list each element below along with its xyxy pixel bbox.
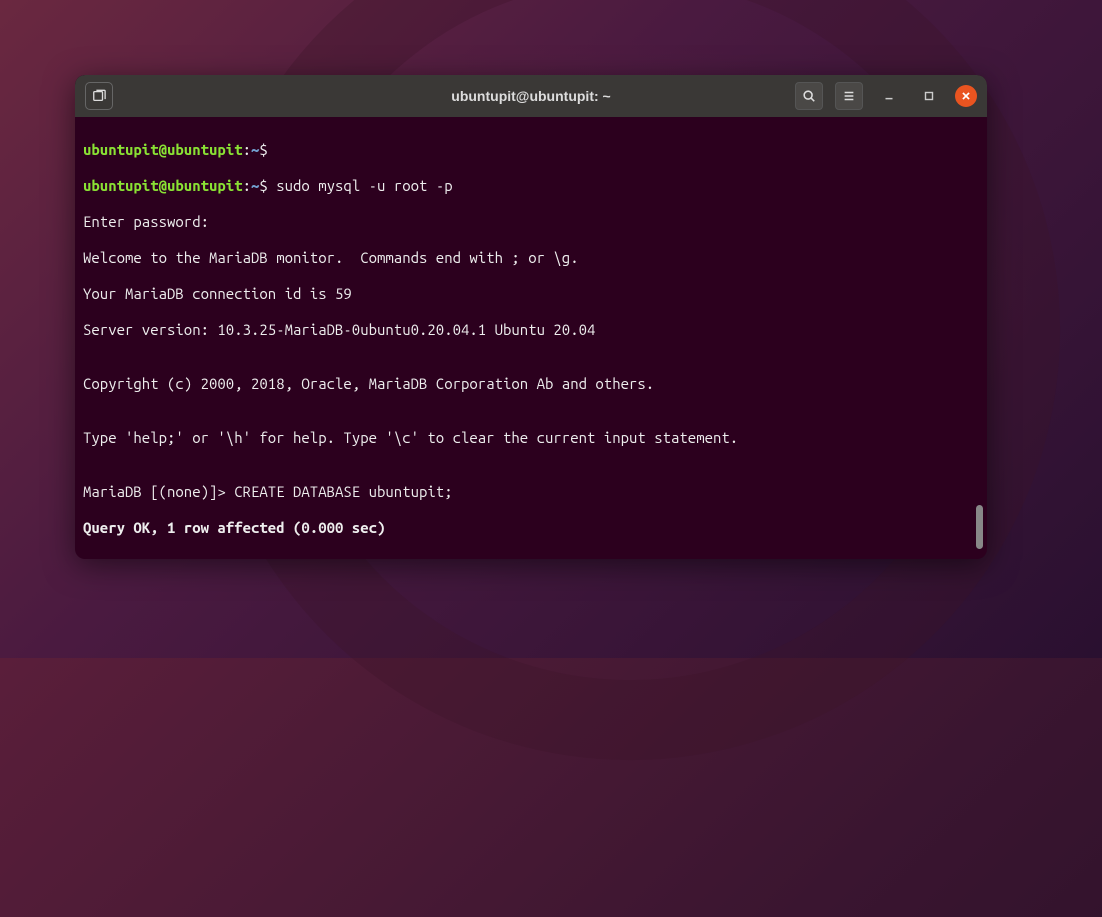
output-line: Enter password: [83, 213, 979, 231]
search-button[interactable] [795, 82, 823, 110]
output-line: MariaDB [(none)]> CREATE DATABASE ubuntu… [83, 483, 979, 501]
output-line: Your MariaDB connection id is 59 [83, 285, 979, 303]
titlebar[interactable]: ubuntupit@ubuntupit: ~ [75, 75, 987, 117]
output-line: Server version: 10.3.25-MariaDB-0ubuntu0… [83, 321, 979, 339]
terminal-window: ubuntupit@ubuntupit: ~ [75, 75, 987, 559]
prompt-colon: : [243, 141, 251, 158]
new-tab-button[interactable] [85, 82, 113, 110]
prompt-symbol: $ [259, 177, 267, 194]
terminal-body[interactable]: ubuntupit@ubuntupit:~$ ubuntupit@ubuntup… [75, 117, 987, 559]
prompt-line: ubuntupit@ubuntupit:~$ sudo mysql -u roo… [83, 177, 979, 195]
prompt-user: ubuntupit@ubuntupit [83, 177, 243, 194]
close-button[interactable] [955, 85, 977, 107]
maximize-button[interactable] [915, 82, 943, 110]
output-line: Type 'help;' or '\h' for help. Type '\c'… [83, 429, 979, 447]
output-line: Welcome to the MariaDB monitor. Commands… [83, 249, 979, 267]
prompt-symbol: $ [259, 141, 267, 158]
prompt-user: ubuntupit@ubuntupit [83, 141, 243, 158]
prompt-colon: : [243, 177, 251, 194]
output-line: Copyright (c) 2000, 2018, Oracle, MariaD… [83, 375, 979, 393]
window-title: ubuntupit@ubuntupit: ~ [451, 88, 610, 104]
menu-button[interactable] [835, 82, 863, 110]
scrollbar-thumb[interactable] [976, 505, 983, 549]
command-text: sudo mysql -u root -p [276, 177, 452, 194]
minimize-button[interactable] [875, 82, 903, 110]
prompt-line: ubuntupit@ubuntupit:~$ [83, 141, 979, 159]
output-line: Query OK, 1 row affected (0.000 sec) [83, 519, 979, 537]
